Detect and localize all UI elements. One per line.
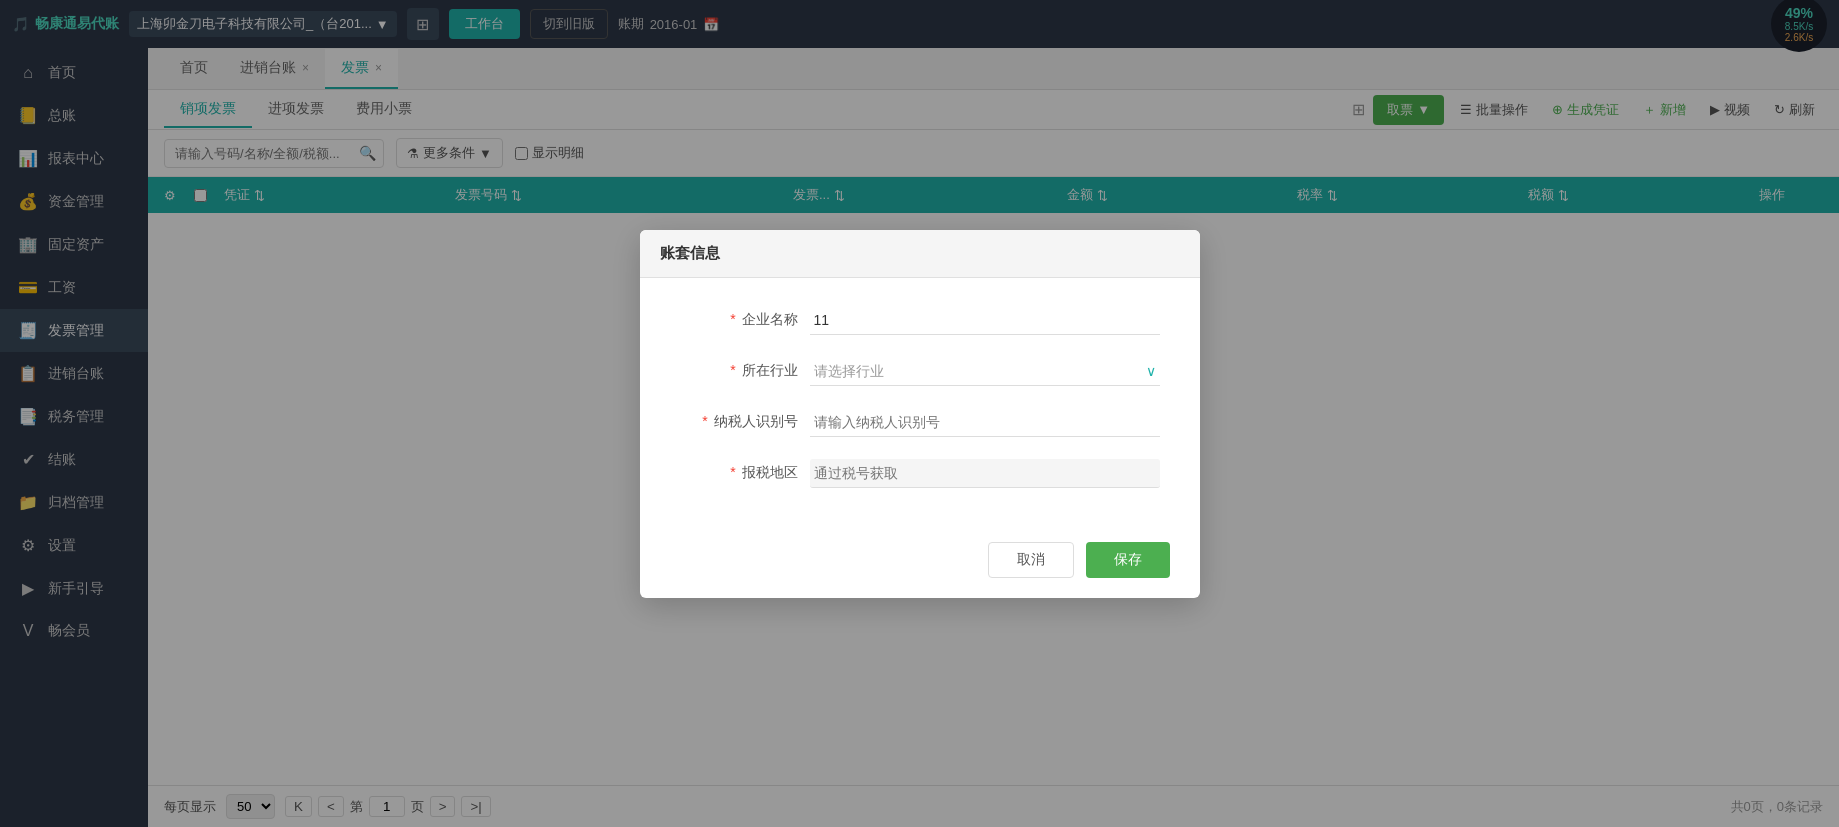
company-name-row: * 企业名称	[680, 306, 1160, 335]
dialog-header: 账套信息	[640, 230, 1200, 278]
tax-region-row: * 报税地区	[680, 459, 1160, 488]
dialog-title: 账套信息	[660, 244, 720, 261]
industry-select[interactable]: 请选择行业	[810, 357, 1160, 386]
industry-select-wrap: 请选择行业 ∨	[810, 357, 1160, 386]
dialog-overlay: 账套信息 * 企业名称 * 所在行业 请选择行业	[0, 0, 1839, 827]
company-required-mark: *	[730, 311, 735, 327]
industry-required-mark: *	[730, 362, 735, 378]
tax-id-label: * 纳税人识别号	[680, 413, 810, 431]
tax-id-input[interactable]	[810, 408, 1160, 437]
company-name-input[interactable]	[810, 306, 1160, 335]
dialog-footer: 取消 保存	[640, 530, 1200, 598]
account-info-dialog: 账套信息 * 企业名称 * 所在行业 请选择行业	[640, 230, 1200, 598]
industry-row: * 所在行业 请选择行业 ∨	[680, 357, 1160, 386]
tax-id-required-mark: *	[702, 413, 707, 429]
industry-label: * 所在行业	[680, 362, 810, 380]
tax-region-required-mark: *	[730, 464, 735, 480]
tax-region-label: * 报税地区	[680, 464, 810, 482]
company-name-label: * 企业名称	[680, 311, 810, 329]
save-button[interactable]: 保存	[1086, 542, 1170, 578]
dialog-body: * 企业名称 * 所在行业 请选择行业 ∨	[640, 278, 1200, 530]
cancel-button[interactable]: 取消	[988, 542, 1074, 578]
tax-id-row: * 纳税人识别号	[680, 408, 1160, 437]
tax-region-input	[810, 459, 1160, 488]
